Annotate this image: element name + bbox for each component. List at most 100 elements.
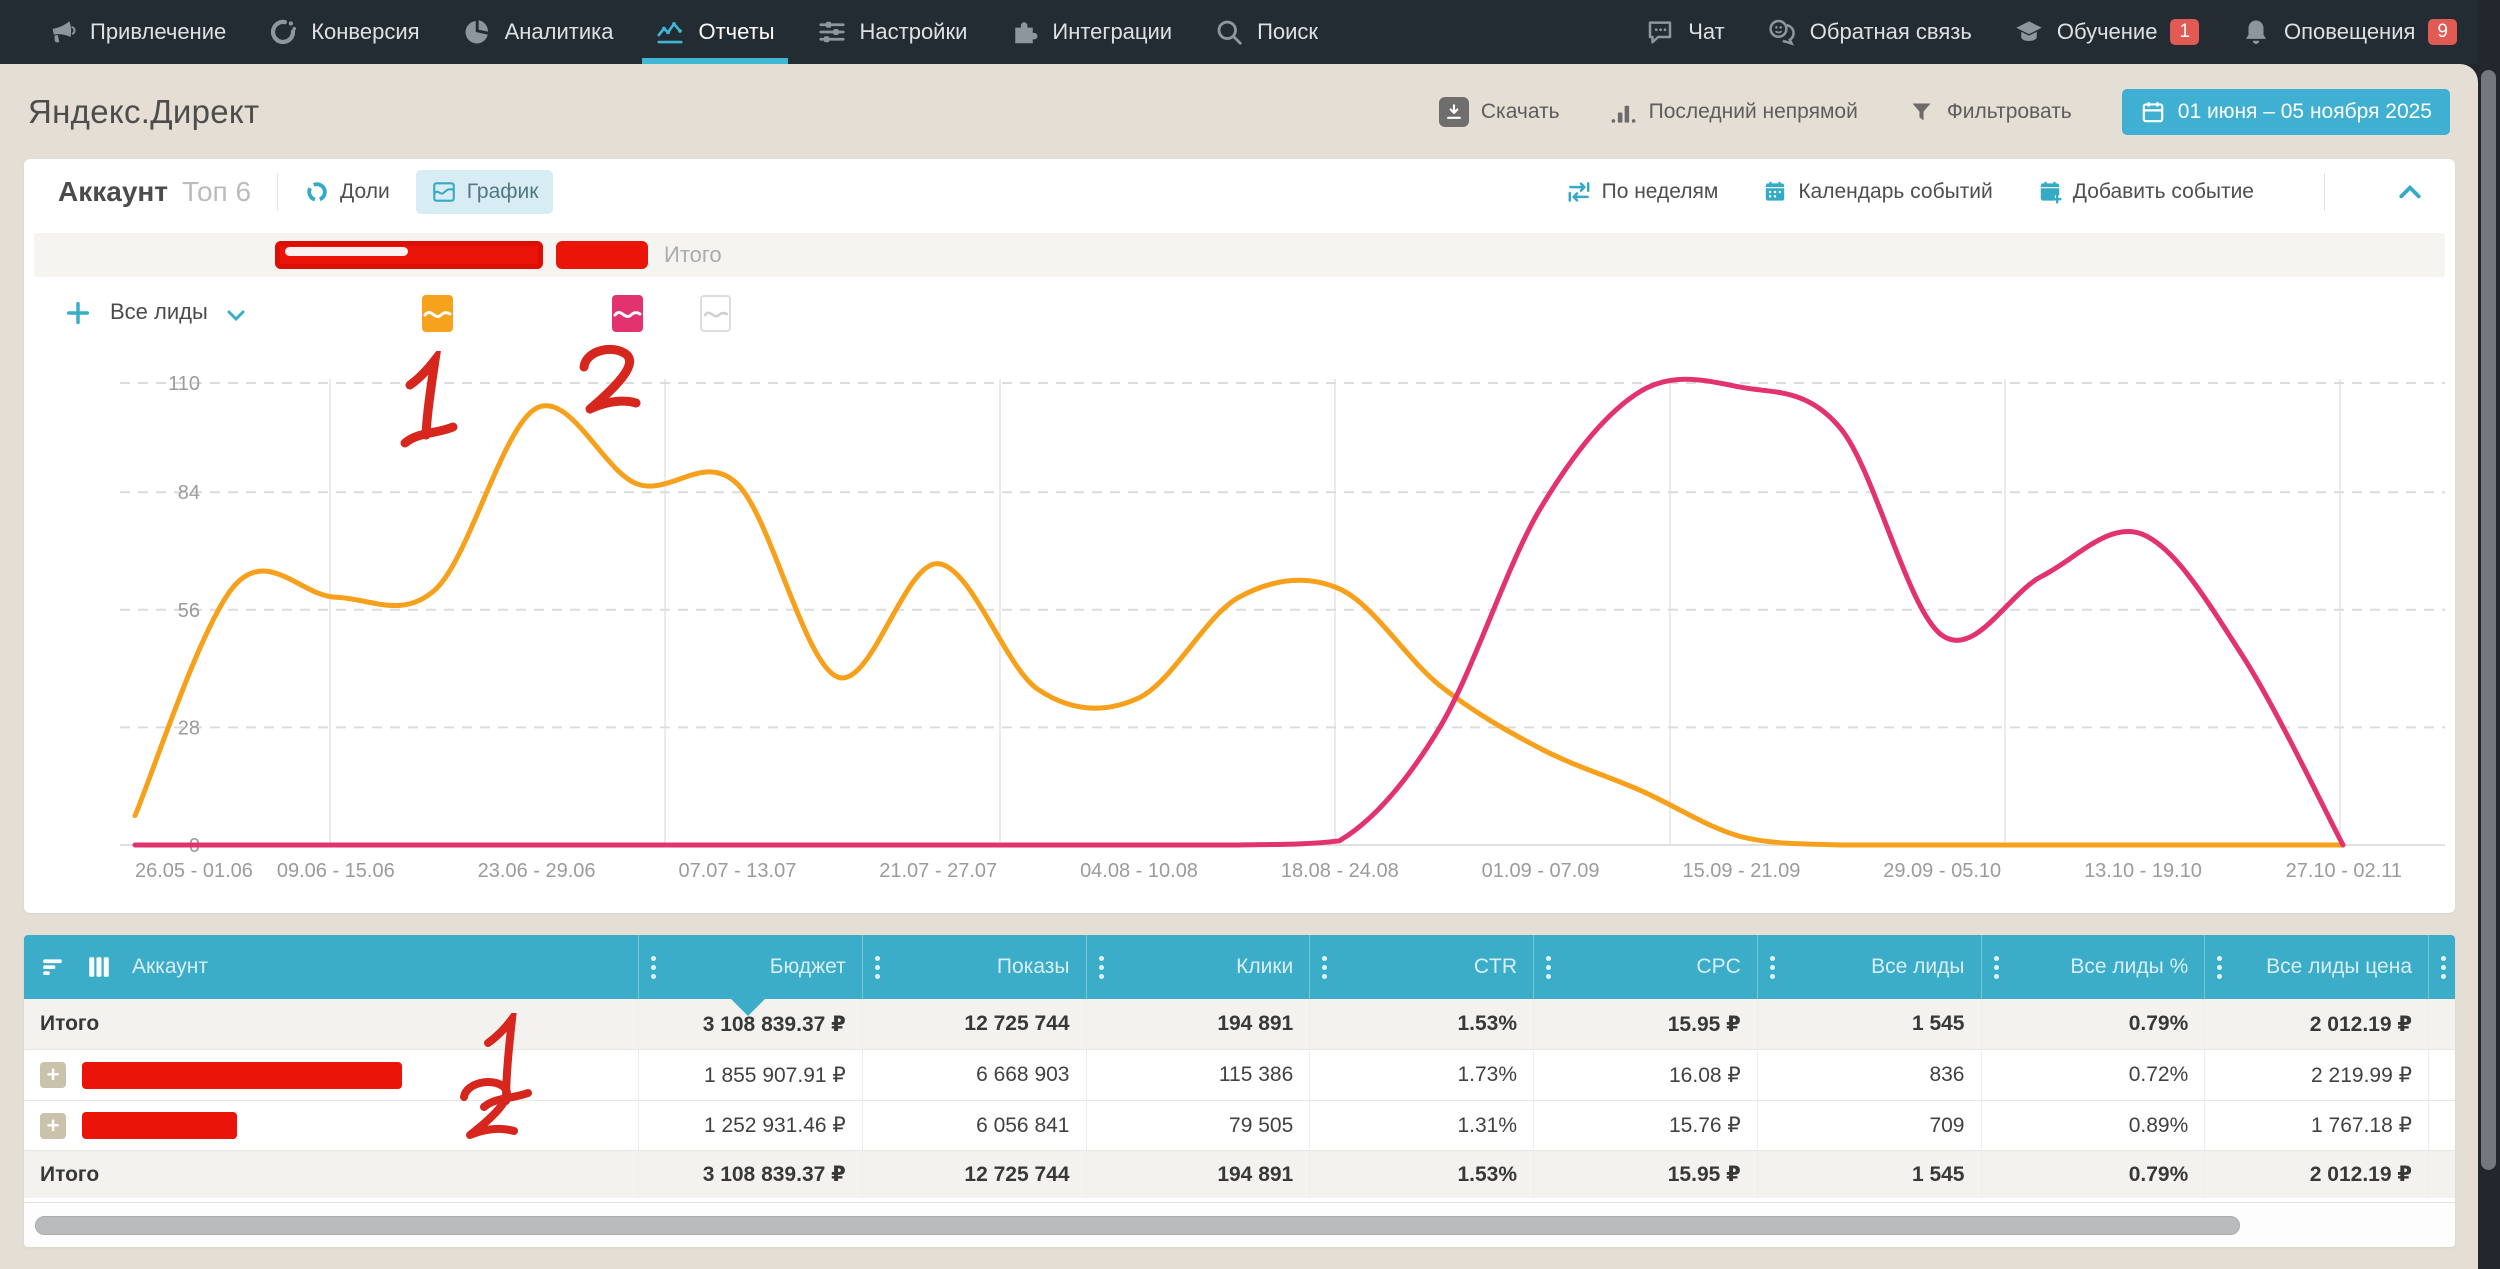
account-cell: Итого — [24, 1151, 638, 1198]
cell-leads-pct: 0.89% — [1980, 1101, 2205, 1150]
cell-cpc: 15.95 ₽ — [1533, 1151, 1757, 1198]
legend-total[interactable]: Итого — [664, 233, 722, 277]
series-1-toggle-icon[interactable] — [422, 295, 453, 332]
download-button[interactable]: Скачать — [1438, 97, 1560, 127]
cell-clicks: 194 891 — [1085, 999, 1310, 1049]
column-menu-icon[interactable] — [651, 955, 656, 979]
column-menu-icon[interactable] — [1546, 955, 1551, 979]
events-calendar-label: Календарь событий — [1798, 180, 1993, 203]
top-nav: Привлечение Конверсия Аналитика Отчеты Настр… — [0, 0, 2500, 64]
table-column-header-4[interactable]: CTR — [1309, 935, 1533, 999]
add-event-label: Добавить событие — [2072, 180, 2254, 203]
column-menu-icon[interactable] — [874, 955, 880, 979]
by-weeks-button[interactable]: По неделям — [1566, 179, 1718, 205]
filter-label: Фильтровать — [1946, 100, 2072, 123]
panel-title: Аккаунт — [58, 176, 169, 207]
cell-leads-pct: 0.79% — [1980, 1151, 2205, 1198]
view-share-button[interactable]: Доли — [304, 179, 390, 205]
columns-icon[interactable] — [86, 954, 112, 980]
nav-item-чат[interactable]: Чат — [1624, 0, 1746, 64]
add-event-button[interactable]: Добавить событие — [2037, 179, 2254, 205]
table-horizontal-scrollbar — [24, 1202, 2455, 1247]
table-column-header-1[interactable]: Бюджет — [638, 935, 862, 999]
cell-overflow — [2428, 1050, 2455, 1100]
calendar-solid-icon — [1762, 179, 1788, 205]
expand-row-button[interactable]: + — [40, 1112, 66, 1139]
nav-item-label: Чат — [1688, 19, 1725, 44]
cell-overflow — [2428, 1151, 2455, 1198]
table-column-header-8[interactable]: Все лиды цена — [2204, 935, 2428, 999]
collapse-panel-button[interactable] — [2395, 177, 2425, 207]
nav-item-обучение[interactable]: Обучение 1 — [1993, 0, 2220, 64]
x-axis-tick-label: 18.08 - 24.08 — [1281, 860, 1399, 882]
window-scrollbar-thumb[interactable] — [2481, 70, 2496, 1170]
table-column-header-6[interactable]: Все лиды — [1756, 935, 1981, 999]
account-cell: + — [24, 1101, 638, 1150]
cell-lead-cost: 1 767.18 ₽ — [2204, 1101, 2428, 1150]
table-column-header-7[interactable]: Все лиды % — [1980, 935, 2205, 999]
filter-rows-icon[interactable] — [40, 954, 66, 980]
notification-badge: 9 — [2428, 18, 2457, 46]
nav-item-отчеты[interactable]: Отчеты — [634, 0, 795, 64]
nav-item-настройки[interactable]: Настройки — [796, 0, 989, 64]
column-menu-icon[interactable] — [1769, 955, 1775, 979]
x-axis-tick-label: 04.08 - 10.08 — [1080, 860, 1198, 882]
table-data-row[interactable]: +1 855 907.91 ₽6 668 903 115 386 1.73% 16.0… — [24, 1049, 2455, 1100]
legend-item-2-redacted[interactable] — [556, 241, 648, 269]
chevron-down-icon[interactable] — [224, 303, 248, 327]
add-metric-icon[interactable] — [64, 299, 92, 327]
panel-subtitle: Топ 6 — [182, 176, 252, 207]
account-name-redacted — [82, 1061, 402, 1089]
cell-impressions: 12 725 744 — [861, 999, 1086, 1049]
expand-row-button[interactable]: + — [40, 1062, 66, 1088]
cell-leads: 709 — [1756, 1101, 1981, 1150]
series-3-toggle-icon[interactable] — [700, 295, 731, 332]
table-column-header-5[interactable]: CPC — [1533, 935, 1757, 999]
nav-item-конверсия[interactable]: Конверсия — [247, 0, 440, 64]
column-menu-icon[interactable] — [1993, 955, 1999, 979]
series-selector-row: Все лиды — [24, 287, 2455, 345]
cell-ctr: 1.53% — [1309, 999, 1533, 1049]
column-menu-icon[interactable] — [2441, 955, 2446, 979]
attribution-label: Последний непрямой — [1648, 100, 1858, 123]
series-2-toggle-icon[interactable] — [612, 295, 643, 332]
column-label-account[interactable]: Аккаунт — [132, 955, 208, 979]
cell-overflow — [2428, 1101, 2455, 1150]
feedback-icon — [1767, 17, 1797, 47]
horizontal-scrollbar-thumb[interactable] — [35, 1216, 2240, 1235]
cell-clicks: 194 891 — [1085, 1151, 1310, 1198]
column-menu-icon[interactable] — [1098, 955, 1104, 979]
column-menu-icon[interactable] — [1322, 955, 1328, 979]
table-column-header-2[interactable]: Показы — [861, 935, 1086, 999]
cell-leads-pct: 0.72% — [1980, 1050, 2205, 1100]
table-data-row[interactable]: +1 252 931.46 ₽6 056 841 79 505 1.31% 15.76… — [24, 1100, 2455, 1150]
divider — [277, 173, 279, 211]
nav-item-оповещения[interactable]: Оповещения 9 — [2220, 0, 2478, 64]
nav-left: Привлечение Конверсия Аналитика Отчеты Настр… — [26, 0, 1339, 64]
y-axis-tick-label: 56 — [178, 600, 200, 622]
cell-impressions: 6 056 841 — [861, 1101, 1086, 1150]
column-label: Все лиды % — [2070, 955, 2189, 978]
nav-item-аналитика[interactable]: Аналитика — [441, 0, 635, 64]
nav-item-привлечение[interactable]: Привлечение — [26, 0, 247, 64]
nav-item-поиск[interactable]: Поиск — [1193, 0, 1339, 64]
nav-item-обратная связь[interactable]: Обратная связь — [1746, 0, 1993, 64]
events-calendar-button[interactable]: Календарь событий — [1762, 179, 1993, 205]
calendar-icon — [2140, 99, 2166, 125]
filter-button[interactable]: Фильтровать — [1908, 99, 2072, 126]
date-range-picker[interactable]: 01 июня – 05 ноября 2025 — [2121, 89, 2450, 135]
nav-item-интеграции[interactable]: Интеграции — [988, 0, 1193, 64]
cell-leads: 1 545 — [1756, 1151, 1981, 1198]
account-chart-panel: Аккаунт Топ 6 Доли График По неделям Кал… — [24, 159, 2455, 913]
settings-sliders-icon — [817, 17, 847, 47]
leads-line-chart: 110845628026.05 - 01.06 09.06 - 15.06 23.0… — [120, 373, 2445, 882]
attribution-model-button[interactable]: Последний непрямой — [1610, 99, 1858, 126]
view-chart-button[interactable]: График — [415, 170, 554, 214]
cell-ctr: 1.53% — [1309, 1151, 1533, 1198]
calendar-plus-icon — [2037, 179, 2063, 205]
account-cell: Итого — [24, 999, 638, 1049]
legend-item-1-redacted[interactable] — [275, 241, 543, 269]
table-column-header-3[interactable]: Клики — [1085, 935, 1310, 999]
column-menu-icon[interactable] — [2217, 955, 2223, 979]
series-selector[interactable]: Все лиды — [110, 299, 208, 325]
